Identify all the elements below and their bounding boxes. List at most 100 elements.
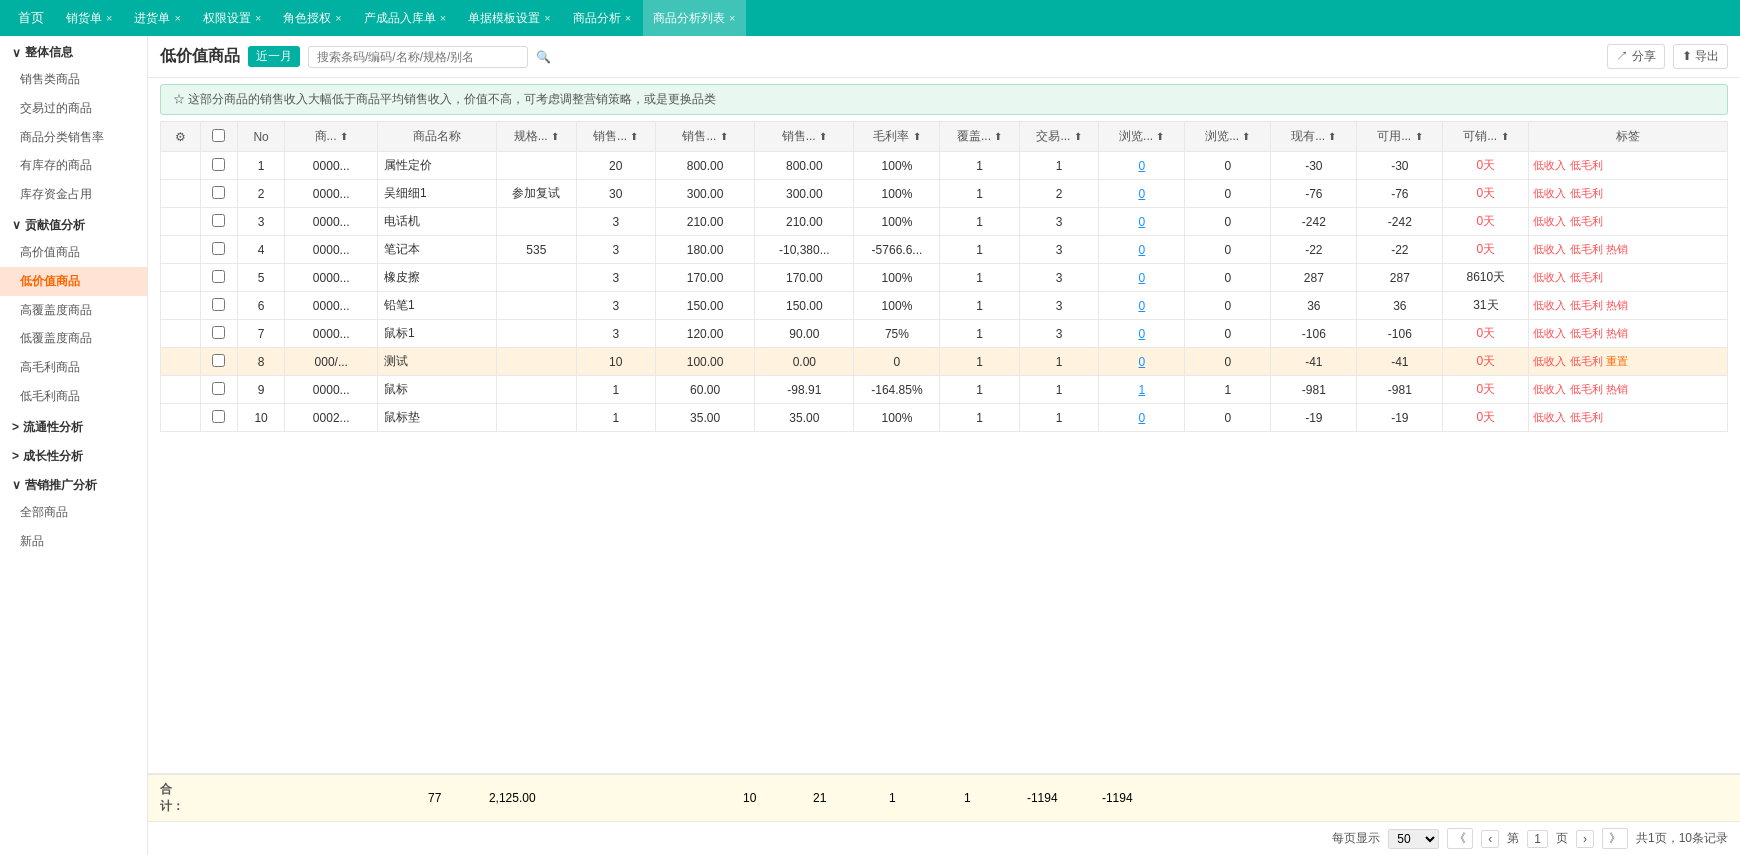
sidebar-item-sales-goods[interactable]: 销售类商品 bbox=[0, 65, 147, 94]
row-checkbox[interactable] bbox=[200, 348, 237, 376]
col-browse2[interactable]: 浏览... ⬆ bbox=[1185, 122, 1271, 152]
col-coverage[interactable]: 覆盖... ⬆ bbox=[940, 122, 1019, 152]
sidebar-item-all-goods[interactable]: 全部商品 bbox=[0, 498, 147, 527]
browse1-link[interactable]: 0 bbox=[1138, 411, 1145, 425]
select-all-checkbox[interactable] bbox=[212, 129, 225, 142]
sidebar-item-high-margin[interactable]: 高毛利商品 bbox=[0, 353, 147, 382]
browse1-link[interactable]: 0 bbox=[1138, 355, 1145, 369]
row-cb[interactable] bbox=[212, 410, 225, 423]
col-browse1[interactable]: 浏览... ⬆ bbox=[1099, 122, 1185, 152]
row-cb[interactable] bbox=[212, 186, 225, 199]
col-sale-num[interactable]: 销售... ⬆ bbox=[576, 122, 655, 152]
nav-role[interactable]: 角色授权 × bbox=[273, 0, 351, 36]
row-browse1[interactable]: 0 bbox=[1099, 264, 1185, 292]
next-page-btn[interactable]: › bbox=[1576, 830, 1594, 848]
row-browse1[interactable]: 0 bbox=[1099, 404, 1185, 432]
browse1-link[interactable]: 0 bbox=[1138, 159, 1145, 173]
row-browse1[interactable]: 0 bbox=[1099, 292, 1185, 320]
sidebar-group-marketing[interactable]: ∨ 营销推广分析 bbox=[0, 469, 147, 498]
row-checkbox[interactable] bbox=[200, 152, 237, 180]
row-checkbox[interactable] bbox=[200, 264, 237, 292]
row-cb[interactable] bbox=[212, 214, 225, 227]
sidebar-item-low-margin[interactable]: 低毛利商品 bbox=[0, 382, 147, 411]
row-browse1[interactable]: 0 bbox=[1099, 180, 1185, 208]
nav-purchase[interactable]: 进货单 × bbox=[124, 0, 190, 36]
share-btn[interactable]: ↗ 分享 bbox=[1607, 44, 1664, 69]
row-checkbox[interactable] bbox=[200, 236, 237, 264]
nav-purchase-close[interactable]: × bbox=[174, 12, 180, 24]
nav-sales[interactable]: 销货单 × bbox=[56, 0, 122, 36]
nav-product-analysis-list-close[interactable]: × bbox=[729, 12, 735, 24]
sidebar-group-contribution[interactable]: ∨ 贡献值分析 bbox=[0, 209, 147, 238]
nav-role-close[interactable]: × bbox=[335, 12, 341, 24]
browse1-link[interactable]: 0 bbox=[1138, 299, 1145, 313]
nav-template-close[interactable]: × bbox=[544, 12, 550, 24]
sidebar-item-low-value[interactable]: 低价值商品 bbox=[0, 267, 147, 296]
row-checkbox[interactable] bbox=[200, 292, 237, 320]
browse1-link[interactable]: 0 bbox=[1138, 187, 1145, 201]
col-sale-amount2[interactable]: 销售... ⬆ bbox=[755, 122, 854, 152]
col-code[interactable]: 商... ⬆ bbox=[285, 122, 378, 152]
page-size-select[interactable]: 50 100 200 bbox=[1388, 829, 1439, 849]
nav-permission[interactable]: 权限设置 × bbox=[193, 0, 271, 36]
col-sellable[interactable]: 可销... ⬆ bbox=[1443, 122, 1529, 152]
row-cb[interactable] bbox=[212, 242, 225, 255]
nav-template[interactable]: 单据模板设置 × bbox=[458, 0, 560, 36]
row-browse1[interactable]: 0 bbox=[1099, 152, 1185, 180]
col-available[interactable]: 可用... ⬆ bbox=[1357, 122, 1443, 152]
table-wrapper[interactable]: ⚙ No 商... ⬆ 商品名称 规格... ⬆ 销售... ⬆ 销售... ⬆… bbox=[148, 121, 1740, 773]
nav-product-in[interactable]: 产成品入库单 × bbox=[354, 0, 456, 36]
browse1-link[interactable]: 1 bbox=[1138, 383, 1145, 397]
nav-product-analysis[interactable]: 商品分析 × bbox=[563, 0, 641, 36]
sidebar-item-high-value[interactable]: 高价值商品 bbox=[0, 238, 147, 267]
nav-product-analysis-close[interactable]: × bbox=[625, 12, 631, 24]
row-browse1[interactable]: 0 bbox=[1099, 320, 1185, 348]
prev-page-btn[interactable]: ‹ bbox=[1481, 830, 1499, 848]
col-name[interactable]: 商品名称 bbox=[378, 122, 497, 152]
nav-product-analysis-list[interactable]: 商品分析列表 × bbox=[643, 0, 745, 36]
col-sale-amount1[interactable]: 销售... ⬆ bbox=[655, 122, 754, 152]
row-checkbox[interactable] bbox=[200, 208, 237, 236]
col-settings[interactable]: ⚙ bbox=[161, 122, 201, 152]
row-cb[interactable] bbox=[212, 158, 225, 171]
browse1-link[interactable]: 0 bbox=[1138, 215, 1145, 229]
col-transaction[interactable]: 交易... ⬆ bbox=[1019, 122, 1098, 152]
sidebar-item-traded-goods[interactable]: 交易过的商品 bbox=[0, 94, 147, 123]
col-spec[interactable]: 规格... ⬆ bbox=[497, 122, 576, 152]
sidebar-item-stock-goods[interactable]: 有库存的商品 bbox=[0, 151, 147, 180]
first-page-btn[interactable]: 《 bbox=[1447, 828, 1473, 849]
row-cb[interactable] bbox=[212, 354, 225, 367]
row-browse1[interactable]: 0 bbox=[1099, 348, 1185, 376]
row-cb[interactable] bbox=[212, 270, 225, 283]
browse1-link[interactable]: 0 bbox=[1138, 271, 1145, 285]
row-browse1[interactable]: 0 bbox=[1099, 236, 1185, 264]
nav-permission-close[interactable]: × bbox=[255, 12, 261, 24]
last-page-btn[interactable]: 》 bbox=[1602, 828, 1628, 849]
col-stock[interactable]: 现有... ⬆ bbox=[1271, 122, 1357, 152]
search-icon[interactable]: 🔍 bbox=[536, 50, 551, 64]
sidebar-group-overall[interactable]: ∨ 整体信息 bbox=[0, 36, 147, 65]
row-checkbox[interactable] bbox=[200, 404, 237, 432]
row-browse1[interactable]: 1 bbox=[1099, 376, 1185, 404]
recent-btn[interactable]: 近一月 bbox=[248, 46, 300, 67]
nav-home[interactable]: 首页 bbox=[8, 0, 54, 36]
browse1-link[interactable]: 0 bbox=[1138, 243, 1145, 257]
sidebar-item-low-coverage[interactable]: 低覆盖度商品 bbox=[0, 324, 147, 353]
col-margin[interactable]: 毛利率 ⬆ bbox=[854, 122, 940, 152]
nav-sales-close[interactable]: × bbox=[106, 12, 112, 24]
sidebar-item-new-goods[interactable]: 新品 bbox=[0, 527, 147, 556]
row-cb[interactable] bbox=[212, 298, 225, 311]
sidebar-group-circulation[interactable]: > 流通性分析 bbox=[0, 411, 147, 440]
row-checkbox[interactable] bbox=[200, 180, 237, 208]
export-btn[interactable]: ⬆ 导出 bbox=[1673, 44, 1728, 69]
row-checkbox[interactable] bbox=[200, 320, 237, 348]
row-browse1[interactable]: 0 bbox=[1099, 208, 1185, 236]
row-checkbox[interactable] bbox=[200, 376, 237, 404]
sidebar-item-high-coverage[interactable]: 高覆盖度商品 bbox=[0, 296, 147, 325]
row-cb[interactable] bbox=[212, 382, 225, 395]
browse1-link[interactable]: 0 bbox=[1138, 327, 1145, 341]
nav-product-in-close[interactable]: × bbox=[440, 12, 446, 24]
search-input[interactable] bbox=[308, 46, 528, 68]
row-cb[interactable] bbox=[212, 326, 225, 339]
sidebar-item-category-sales[interactable]: 商品分类销售率 bbox=[0, 123, 147, 152]
